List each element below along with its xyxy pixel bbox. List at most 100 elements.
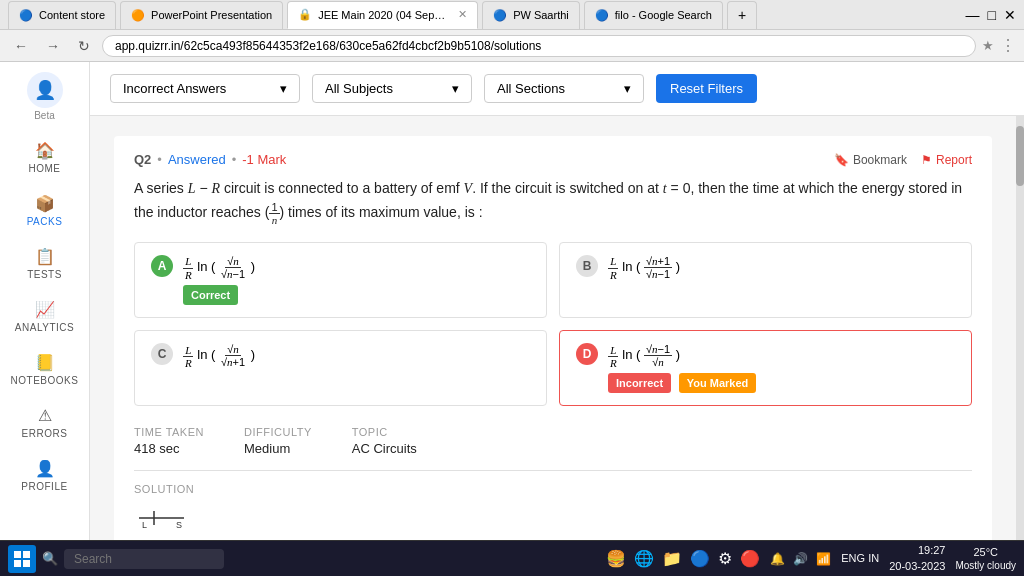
tab-filo[interactable]: 🔵 filo - Google Search: [584, 1, 723, 29]
filter-bar: Incorrect Answers ▾ All Subjects ▾ All S…: [90, 62, 1024, 116]
beta-icon: 👤: [27, 72, 63, 108]
windows-icon: [14, 551, 30, 567]
taskbar-app-2[interactable]: 🌐: [634, 549, 654, 568]
start-button[interactable]: [8, 545, 36, 573]
packs-icon: 📦: [35, 194, 55, 213]
taskbar-app-3[interactable]: 📁: [662, 549, 682, 568]
main-content: 👤 Beta 🏠 HOME 📦 PACKS 📋 TESTS 📈 ANALYTIC…: [0, 62, 1024, 540]
taskbar-app-1[interactable]: 🍔: [606, 549, 626, 568]
weather: 25°C Mostly cloudy: [955, 545, 1016, 572]
bookmark-icon: 🔖: [834, 153, 849, 167]
taskbar-search-input[interactable]: [64, 549, 224, 569]
sidebar-label-profile: PROFILE: [21, 481, 67, 492]
question-text: A series L − R circuit is connected to a…: [134, 177, 972, 226]
taskbar-app-5[interactable]: ⚙: [718, 549, 732, 568]
filter-all-subjects[interactable]: All Subjects ▾: [312, 74, 472, 103]
filter-incorrect-answers[interactable]: Incorrect Answers ▾: [110, 74, 300, 103]
close-button[interactable]: ✕: [1004, 7, 1016, 23]
sidebar-label-tests: TESTS: [27, 269, 62, 280]
question-number: Q2: [134, 152, 151, 167]
taskbar-app-4[interactable]: 🔵: [690, 549, 710, 568]
tab-icon: 🔵: [595, 9, 609, 22]
errors-icon: ⚠: [38, 406, 52, 425]
tab-jee[interactable]: 🔒 JEE Main 2020 (04 Sep Shift 2) - ✕: [287, 1, 478, 29]
option-c-content: LR ln ( √n√n+1 ): [183, 343, 255, 369]
address-bar: ← → ↻ app.quizrr.in/62c5ca493f85644353f2…: [0, 30, 1024, 62]
svg-rect-5: [14, 551, 21, 558]
question-card: Q2 • Answered • -1 Mark 🔖 Bookmark ⚑: [114, 136, 992, 540]
taskbar-app-icons: 🍔 🌐 📁 🔵 ⚙ 🔴: [606, 549, 760, 568]
svg-rect-8: [23, 560, 30, 567]
chevron-down-icon: ▾: [280, 81, 287, 96]
time-taken-item: TIME TAKEN 418 sec: [134, 426, 204, 456]
option-b-content: LR ln ( √n+1√n−1 ): [608, 255, 680, 281]
sidebar-item-tests[interactable]: 📋 TESTS: [0, 237, 89, 290]
correct-badge: Correct: [183, 285, 238, 306]
options-grid: A LR ln ( √n√n−1 ) Correct: [134, 242, 972, 406]
system-tray: 🔔 🔊 📶: [770, 552, 831, 566]
analytics-icon: 📈: [35, 300, 55, 319]
maximize-button[interactable]: □: [988, 7, 996, 23]
clock: 19:27 20-03-2023: [889, 543, 945, 574]
tab-bar: 🔵 Content store 🟠 PowerPoint Presentatio…: [0, 0, 1024, 30]
tab-icon: 🔵: [19, 9, 33, 22]
sidebar-item-notebooks[interactable]: 📒 NOTEBOOKS: [0, 343, 89, 396]
report-button[interactable]: ⚑ Report: [921, 153, 972, 167]
option-b[interactable]: B LR ln ( √n+1√n−1 ): [559, 242, 972, 318]
option-a-content: LR ln ( √n√n−1 ) Correct: [183, 255, 255, 305]
tab-icon: 🟠: [131, 9, 145, 22]
option-b-label: B: [576, 255, 598, 277]
topic-item: TOPIC AC Circuits: [352, 426, 417, 456]
sidebar-item-profile[interactable]: 👤 PROFILE: [0, 449, 89, 502]
scrollbar-thumb[interactable]: [1016, 126, 1024, 186]
beta-label: Beta: [34, 110, 55, 121]
sidebar-item-analytics[interactable]: 📈 ANALYTICS: [0, 290, 89, 343]
tab-content-store[interactable]: 🔵 Content store: [8, 1, 116, 29]
question-mark: -1 Mark: [242, 152, 286, 167]
sidebar-label-analytics: ANALYTICS: [15, 322, 74, 333]
volume-icon[interactable]: 🔊: [793, 552, 808, 566]
tests-icon: 📋: [35, 247, 55, 266]
tab-pw-saarthi[interactable]: 🔵 PW Saarthi: [482, 1, 580, 29]
home-icon: 🏠: [35, 141, 55, 160]
forward-button[interactable]: →: [40, 36, 66, 56]
sidebar-item-home[interactable]: 🏠 HOME: [0, 131, 89, 184]
sidebar: 👤 Beta 🏠 HOME 📦 PACKS 📋 TESTS 📈 ANALYTIC…: [0, 62, 90, 540]
option-c-label: C: [151, 343, 173, 365]
bookmark-button[interactable]: 🔖 Bookmark: [834, 153, 907, 167]
report-icon: ⚑: [921, 153, 932, 167]
svg-rect-6: [23, 551, 30, 558]
option-d-label: D: [576, 343, 598, 365]
sidebar-label-home: HOME: [29, 163, 61, 174]
filter-all-sections[interactable]: All Sections ▾: [484, 74, 644, 103]
question-meta: Q2 • Answered • -1 Mark 🔖 Bookmark ⚑: [134, 152, 972, 167]
option-c[interactable]: C LR ln ( √n√n+1 ): [134, 330, 547, 406]
tab-powerpoint[interactable]: 🟠 PowerPoint Presentation: [120, 1, 283, 29]
sidebar-beta: 👤 Beta: [27, 72, 63, 121]
sidebar-label-packs: PACKS: [27, 216, 63, 227]
tab-icon: 🔒: [298, 8, 312, 21]
notifications-icon[interactable]: 🔔: [770, 552, 785, 566]
scrollbar[interactable]: [1016, 116, 1024, 540]
back-button[interactable]: ←: [8, 36, 34, 56]
option-d[interactable]: D LR ln ( √n−1√n ) Incorrect You Marked: [559, 330, 972, 406]
new-tab-button[interactable]: +: [727, 1, 757, 29]
close-icon[interactable]: ✕: [458, 8, 467, 21]
address-input[interactable]: app.quizrr.in/62c5ca493f85644353f2e168/6…: [102, 35, 976, 57]
search-icon: 🔍: [42, 551, 58, 566]
option-a[interactable]: A LR ln ( √n√n−1 ) Correct: [134, 242, 547, 318]
wifi-icon[interactable]: 📶: [816, 552, 831, 566]
refresh-button[interactable]: ↻: [72, 36, 96, 56]
bookmark-icon[interactable]: ★: [982, 38, 994, 53]
sidebar-item-errors[interactable]: ⚠ ERRORS: [0, 396, 89, 449]
solution-section: SOLUTION L S Potential energy stor: [134, 470, 972, 540]
meta-row: TIME TAKEN 418 sec DIFFICULTY Medium TOP…: [134, 422, 972, 456]
taskbar-app-6[interactable]: 🔴: [740, 549, 760, 568]
minimize-button[interactable]: —: [966, 7, 980, 23]
svg-rect-7: [14, 560, 21, 567]
settings-icon[interactable]: ⋮: [1000, 36, 1016, 55]
notebooks-icon: 📒: [35, 353, 55, 372]
reset-filters-button[interactable]: Reset Filters: [656, 74, 757, 103]
sidebar-item-packs[interactable]: 📦 PACKS: [0, 184, 89, 237]
circuit-svg: L S: [134, 503, 194, 533]
